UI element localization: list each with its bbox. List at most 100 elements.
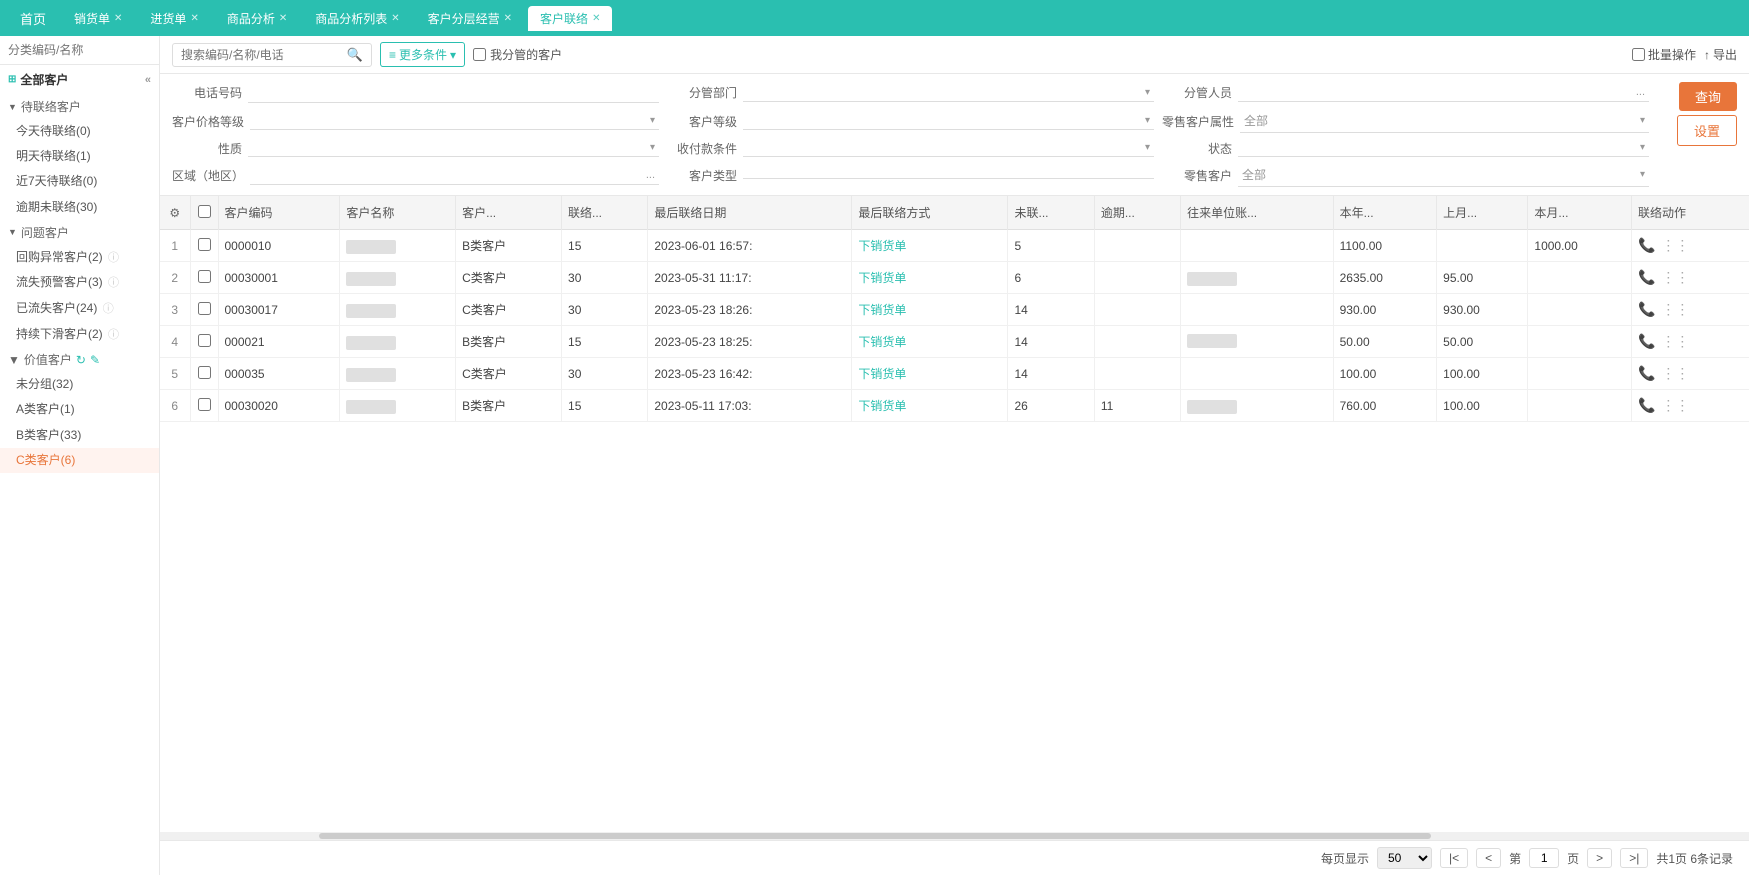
phone-action-icon[interactable]: 📞 xyxy=(1638,269,1655,286)
close-icon[interactable]: ✕ xyxy=(190,13,198,24)
row-checkbox[interactable] xyxy=(198,334,211,347)
sidebar-item-classA[interactable]: A类客户(1) xyxy=(0,397,159,422)
collapse-icon[interactable]: « xyxy=(145,74,151,86)
info-icon[interactable]: ⓘ xyxy=(108,252,119,264)
row-account: 1 xyxy=(1181,390,1333,422)
more-action-icon[interactable]: ⋮⋮ xyxy=(1661,397,1689,414)
reload-icon[interactable]: ↻ xyxy=(76,353,86,367)
close-icon[interactable]: ✕ xyxy=(592,13,600,24)
sidebar-group-problem[interactable]: ▼ 问题客户 xyxy=(0,220,159,245)
first-page-btn[interactable]: |< xyxy=(1440,848,1468,868)
payment-select[interactable]: ▾ xyxy=(743,139,1154,157)
batch-op-btn[interactable]: 批量操作 xyxy=(1632,46,1696,63)
query-button[interactable]: 查询 xyxy=(1679,82,1737,111)
phone-action-icon[interactable]: 📞 xyxy=(1638,237,1655,254)
search-input[interactable] xyxy=(181,48,343,62)
retail-cust-select[interactable]: 全部 ▾ xyxy=(1238,163,1649,187)
sidebar-item-churned[interactable]: 已流失客户(24) ⓘ xyxy=(0,296,159,322)
sidebar-item-today[interactable]: 今天待联络(0) xyxy=(0,119,159,144)
person-select[interactable]: ... xyxy=(1238,83,1649,102)
phone-action-icon[interactable]: 📞 xyxy=(1638,301,1655,318)
nav-tab-purchase[interactable]: 进货单 ✕ xyxy=(138,6,210,31)
sidebar-group-value[interactable]: ▼ 价值客户 ↻ ✎ xyxy=(0,347,159,372)
scrollbar-thumb[interactable] xyxy=(319,833,1431,839)
last-method-link[interactable]: 下销货单 xyxy=(858,335,906,349)
nature-select[interactable]: ▾ xyxy=(248,139,659,157)
status-select[interactable]: ▾ xyxy=(1238,139,1649,157)
info-icon[interactable]: ⓘ xyxy=(108,329,119,341)
row-checkbox[interactable] xyxy=(198,270,211,283)
info-icon[interactable]: ⓘ xyxy=(103,303,114,315)
row-overdue xyxy=(1094,262,1180,294)
last-method-link[interactable]: 下销货单 xyxy=(858,367,906,381)
more-action-icon[interactable]: ⋮⋮ xyxy=(1661,333,1689,350)
edit-icon[interactable]: ✎ xyxy=(90,353,100,367)
close-icon[interactable]: ✕ xyxy=(114,13,122,24)
nav-tab-sales[interactable]: 销货单 ✕ xyxy=(62,6,134,31)
per-page-select[interactable]: 50 100 200 xyxy=(1377,847,1432,869)
batch-op-check[interactable] xyxy=(1632,48,1645,61)
set-button[interactable]: 设置 xyxy=(1677,115,1737,146)
last-method-link[interactable]: 下销货单 xyxy=(858,303,906,317)
sidebar-item-7days[interactable]: 近7天待联络(0) xyxy=(0,169,159,194)
nav-tab-customer-layer[interactable]: 客户分层经营 ✕ xyxy=(416,6,524,31)
region-select[interactable]: ... xyxy=(250,166,659,185)
more-action-icon[interactable]: ⋮⋮ xyxy=(1661,237,1689,254)
dotdot-icon[interactable]: ... xyxy=(1636,86,1645,98)
dept-select[interactable]: ▾ xyxy=(743,84,1154,102)
sidebar-item-repurchase-abnormal[interactable]: 回购异常客户(2) ⓘ xyxy=(0,245,159,271)
search-icon[interactable]: 🔍 xyxy=(347,47,363,63)
search-box[interactable]: 🔍 xyxy=(172,43,372,67)
nav-tab-analysis-list[interactable]: 商品分析列表 ✕ xyxy=(303,6,411,31)
gear-icon[interactable]: ⚙ xyxy=(169,206,180,220)
info-icon[interactable]: ⓘ xyxy=(108,277,119,289)
row-checkbox[interactable] xyxy=(198,398,211,411)
phone-action-icon[interactable]: 📞 xyxy=(1638,365,1655,382)
more-action-icon[interactable]: ⋮⋮ xyxy=(1661,365,1689,382)
phone-action-icon[interactable]: 📞 xyxy=(1638,333,1655,350)
sidebar-item-declining[interactable]: 持续下滑客户(2) ⓘ xyxy=(0,322,159,348)
more-conditions-btn[interactable]: ≡ 更多条件 ▾ xyxy=(380,42,465,67)
retail-attr-select[interactable]: 全部 ▾ xyxy=(1240,109,1649,133)
row-checkbox[interactable] xyxy=(198,238,211,251)
my-customers-checkbox[interactable]: 我分管的客户 xyxy=(473,46,562,63)
sidebar-item-churn-warning[interactable]: 流失预警客户(3) ⓘ xyxy=(0,270,159,296)
dotdot-icon[interactable]: ... xyxy=(646,169,655,181)
sidebar-group-pending[interactable]: ▼ 待联络客户 xyxy=(0,94,159,119)
row-checkbox[interactable] xyxy=(198,366,211,379)
sidebar-item-tomorrow[interactable]: 明天待联络(1) xyxy=(0,144,159,169)
close-icon[interactable]: ✕ xyxy=(391,13,399,24)
nav-tab-analysis[interactable]: 商品分析 ✕ xyxy=(215,6,299,31)
sidebar-item-overdue[interactable]: 逾期未联络(30) xyxy=(0,195,159,220)
page-input[interactable] xyxy=(1529,848,1559,868)
next-page-btn[interactable]: > xyxy=(1587,848,1612,868)
last-method-link[interactable]: 下销货单 xyxy=(858,399,906,413)
nav-tab-home[interactable]: 首页 xyxy=(8,5,58,32)
nav-tab-customer-contact[interactable]: 客户联络 ✕ xyxy=(528,6,612,31)
sidebar-item-classB[interactable]: B类客户(33) xyxy=(0,423,159,448)
sidebar-item-ungroup[interactable]: 未分组(32) xyxy=(0,372,159,397)
prev-page-btn[interactable]: < xyxy=(1476,848,1501,868)
more-action-icon[interactable]: ⋮⋮ xyxy=(1661,301,1689,318)
export-btn[interactable]: ↑ 导出 xyxy=(1704,46,1737,63)
horizontal-scrollbar[interactable] xyxy=(160,832,1749,840)
last-method-link[interactable]: 下销货单 xyxy=(858,239,906,253)
phone-action-icon[interactable]: 📞 xyxy=(1638,397,1655,414)
row-account: 7 xyxy=(1181,262,1333,294)
phone-input[interactable] xyxy=(248,82,659,103)
close-icon[interactable]: ✕ xyxy=(279,13,287,24)
last-method-link[interactable]: 下销货单 xyxy=(858,271,906,285)
sidebar-search-input[interactable] xyxy=(8,43,160,57)
sidebar-all-customers[interactable]: ⊞ 全部客户 « xyxy=(0,65,159,94)
close-icon[interactable]: ✕ xyxy=(504,13,512,24)
cust-type-select[interactable] xyxy=(743,172,1154,179)
cust-level-select[interactable]: ▾ xyxy=(743,112,1154,130)
col-name: 客户名称 xyxy=(340,196,456,230)
sidebar-item-classC[interactable]: C类客户(6) xyxy=(0,448,159,473)
more-action-icon[interactable]: ⋮⋮ xyxy=(1661,269,1689,286)
last-page-btn[interactable]: >| xyxy=(1620,848,1648,868)
row-checkbox[interactable] xyxy=(198,302,211,315)
price-level-select[interactable]: ▾ xyxy=(250,112,659,130)
select-all-checkbox[interactable] xyxy=(198,205,211,218)
my-customers-check[interactable] xyxy=(473,48,486,61)
